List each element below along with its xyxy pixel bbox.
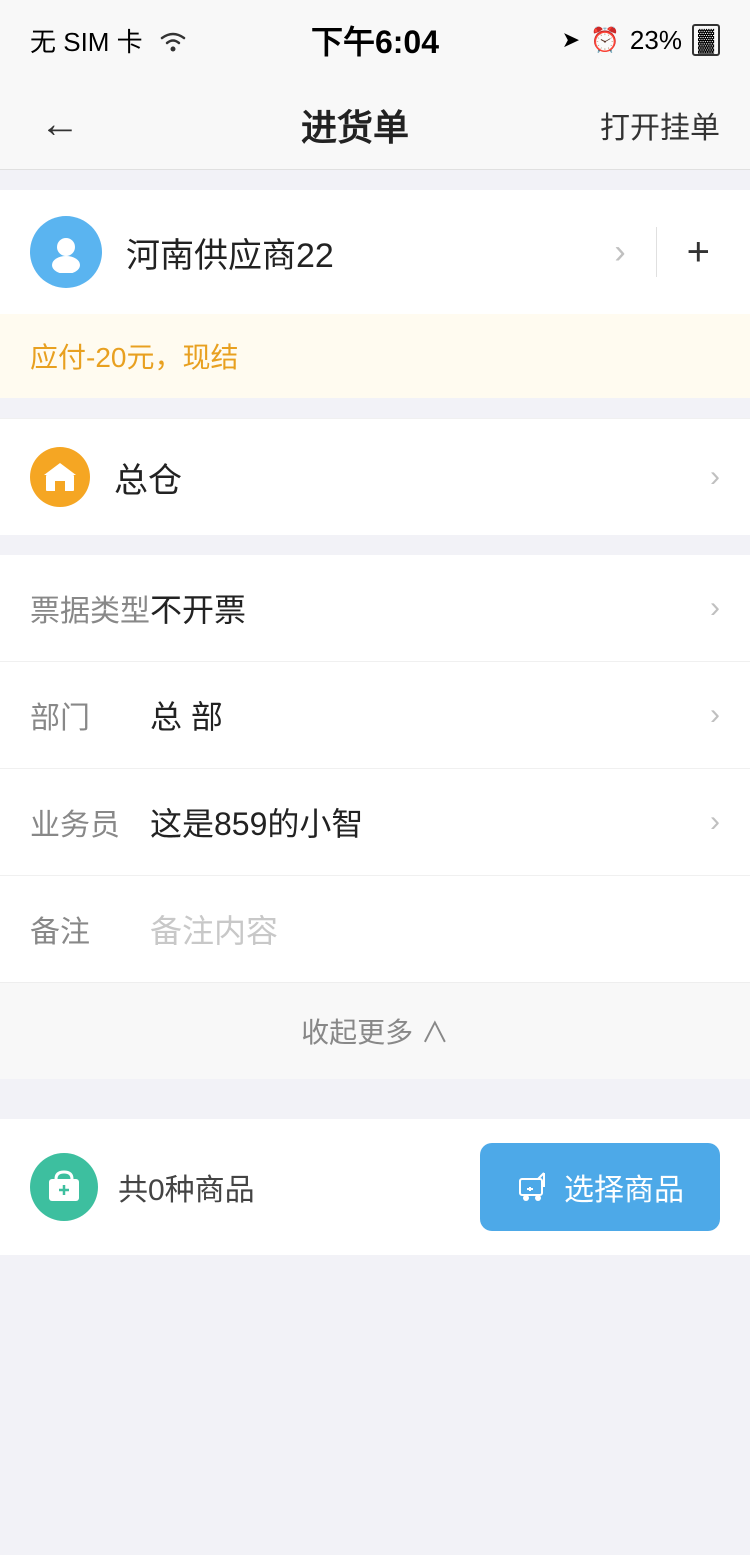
notice-text: 应付-20元，现结 bbox=[30, 342, 238, 373]
nav-bar: ← 进货单 打开挂单 bbox=[0, 80, 750, 170]
page-title: 进货单 bbox=[301, 99, 409, 151]
warehouse-name: 总仓 bbox=[114, 453, 710, 502]
supplier-chevron-icon: › bbox=[614, 233, 625, 272]
status-bar: 无 SIM 卡 下午6:04 ➤ ⏰ 23% ▓ bbox=[0, 0, 750, 80]
battery-text: 23% bbox=[630, 25, 682, 56]
cart-icon bbox=[516, 1169, 552, 1205]
remark-row[interactable]: 备注 备注内容 bbox=[0, 875, 750, 982]
select-btn-label: 选择商品 bbox=[564, 1165, 684, 1209]
open-pending-button[interactable]: 打开挂单 bbox=[600, 103, 720, 147]
section-gap-1 bbox=[0, 170, 750, 190]
product-count: 共0种商品 bbox=[118, 1165, 480, 1209]
user-icon bbox=[45, 231, 87, 273]
warehouse-chevron-icon: › bbox=[710, 460, 720, 494]
alarm-icon: ⏰ bbox=[590, 26, 620, 55]
location-icon: ➤ bbox=[562, 27, 580, 53]
page-background bbox=[0, 1255, 750, 1555]
salesperson-label: 业务员 bbox=[30, 800, 150, 844]
status-indicators: ➤ ⏰ 23% ▓ bbox=[562, 24, 720, 56]
invoice-type-label: 票据类型 bbox=[30, 586, 150, 630]
invoice-type-row[interactable]: 票据类型 不开票 › bbox=[0, 555, 750, 661]
remark-input[interactable]: 备注内容 bbox=[150, 906, 720, 952]
supplier-name: 河南供应商22 bbox=[126, 228, 614, 277]
select-product-button[interactable]: 选择商品 bbox=[480, 1143, 720, 1231]
salesperson-chevron-icon: › bbox=[710, 805, 720, 839]
battery-icon: ▓ bbox=[692, 24, 720, 56]
salesperson-value: 这是859的小智 bbox=[150, 799, 710, 845]
collapse-button[interactable]: 收起更多 ∧ bbox=[0, 982, 750, 1079]
product-section: 共0种商品 选择商品 bbox=[0, 1119, 750, 1255]
carrier-text: 无 SIM 卡 bbox=[30, 22, 143, 59]
product-icon bbox=[44, 1167, 84, 1207]
divider bbox=[656, 227, 657, 277]
supplier-section: 河南供应商22 › + 应付-20元，现结 bbox=[0, 190, 750, 398]
warehouse-icon bbox=[42, 459, 78, 495]
back-button[interactable]: ← bbox=[30, 92, 110, 157]
wifi-icon bbox=[155, 26, 191, 54]
supplier-avatar bbox=[30, 216, 102, 288]
product-icon-wrap bbox=[30, 1153, 98, 1221]
section-gap-3 bbox=[0, 535, 750, 555]
warehouse-icon-wrap bbox=[30, 447, 90, 507]
salesperson-row[interactable]: 业务员 这是859的小智 › bbox=[0, 768, 750, 875]
invoice-type-value: 不开票 bbox=[150, 585, 710, 631]
department-row[interactable]: 部门 总 部 › bbox=[0, 661, 750, 768]
collapse-label: 收起更多 ∧ bbox=[301, 1017, 449, 1048]
department-label: 部门 bbox=[30, 693, 150, 737]
status-time: 下午6:04 bbox=[311, 17, 439, 63]
fields-section: 票据类型 不开票 › 部门 总 部 › 业务员 这是859的小智 › 备注 备注… bbox=[0, 555, 750, 1079]
section-gap-4 bbox=[0, 1079, 750, 1099]
department-chevron-icon: › bbox=[710, 698, 720, 732]
status-carrier: 无 SIM 卡 bbox=[30, 22, 191, 59]
add-supplier-button[interactable]: + bbox=[677, 230, 720, 275]
invoice-chevron-icon: › bbox=[710, 591, 720, 625]
remark-label: 备注 bbox=[30, 907, 150, 951]
warehouse-row[interactable]: 总仓 › bbox=[0, 418, 750, 535]
supplier-row[interactable]: 河南供应商22 › + bbox=[0, 190, 750, 314]
section-gap-2 bbox=[0, 398, 750, 418]
department-value: 总 部 bbox=[150, 692, 710, 738]
notice-bar: 应付-20元，现结 bbox=[0, 314, 750, 398]
